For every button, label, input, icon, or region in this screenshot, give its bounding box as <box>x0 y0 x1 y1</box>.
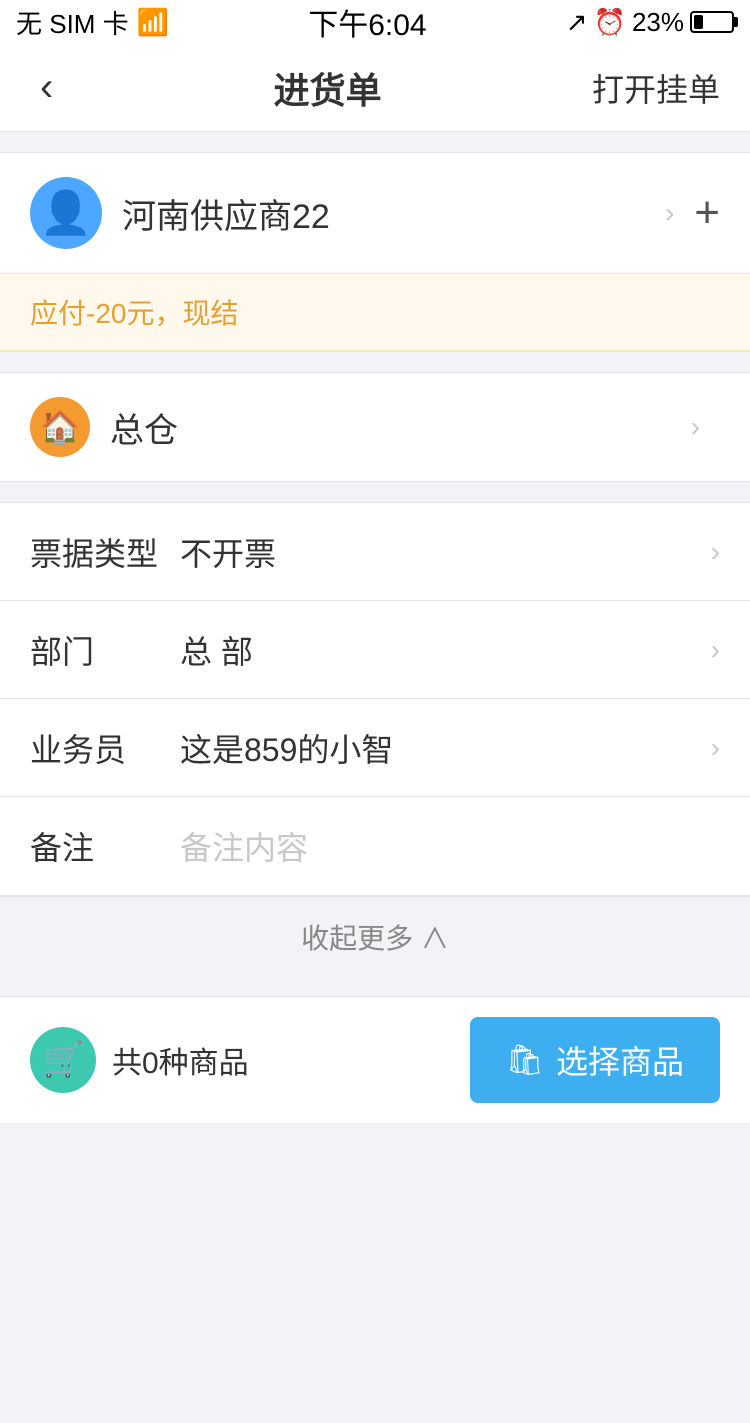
bottom-bar: 🛒 共0种商品 🛍 选择商品 <box>0 996 750 1123</box>
alarm-icon: ⏰ <box>594 7 626 38</box>
battery-icon <box>690 11 734 33</box>
warehouse-name: 总仓 <box>110 403 671 452</box>
remark-placeholder: 备注内容 <box>180 823 720 869</box>
salesperson-label: 业务员 <box>30 725 160 771</box>
avatar: 👤 <box>30 177 102 249</box>
form-card: 票据类型 不开票 › 部门 总 部 › 业务员 这是859的小智 › 备注 备注… <box>0 502 750 896</box>
wifi-icon: 📶 <box>137 7 169 38</box>
location-icon: ↗ <box>566 7 588 38</box>
select-cart-icon: 🛍 <box>506 1043 544 1078</box>
cart-bag-icon: 🛒 <box>42 1040 84 1080</box>
remark-row[interactable]: 备注 备注内容 <box>0 797 750 895</box>
house-icon: 🏠 <box>40 408 80 446</box>
gap-3 <box>0 482 750 502</box>
battery-fill <box>694 15 703 29</box>
warehouse-icon: 🏠 <box>30 397 90 457</box>
status-bar: 无 SIM 卡 📶 下午6:04 ↗ ⏰ 23% <box>0 0 750 44</box>
background-fill <box>0 1123 750 1423</box>
status-time: 下午6:04 <box>308 0 426 44</box>
notice-banner: 应付-20元，现结 <box>0 273 750 351</box>
collapse-button[interactable]: 收起更多 ∧ <box>0 896 750 976</box>
warehouse-card[interactable]: 🏠 总仓 › <box>0 372 750 482</box>
back-button[interactable]: ‹ <box>30 55 63 120</box>
status-right: ↗ ⏰ 23% <box>566 7 734 38</box>
invoice-type-row[interactable]: 票据类型 不开票 › <box>0 503 750 601</box>
warehouse-row[interactable]: 🏠 总仓 › <box>0 373 750 481</box>
status-left: 无 SIM 卡 📶 <box>16 4 169 41</box>
salesperson-chevron-icon: › <box>711 732 720 764</box>
invoice-type-label: 票据类型 <box>30 529 160 575</box>
department-label: 部门 <box>30 627 160 673</box>
product-count-text: 共0种商品 <box>112 1038 249 1082</box>
supplier-row[interactable]: 👤 河南供应商22 › + <box>0 153 750 273</box>
open-pending-button[interactable]: 打开挂单 <box>592 65 720 111</box>
battery-percent: 23% <box>632 7 684 38</box>
gap-4 <box>0 976 750 996</box>
nav-bar: ‹ 进货单 打开挂单 <box>0 44 750 132</box>
product-icon: 🛒 <box>30 1027 96 1093</box>
remark-label: 备注 <box>30 823 160 869</box>
invoice-type-chevron-icon: › <box>711 536 720 568</box>
salesperson-row[interactable]: 业务员 这是859的小智 › <box>0 699 750 797</box>
supplier-card: 👤 河南供应商22 › + 应付-20元，现结 <box>0 152 750 352</box>
collapse-label: 收起更多 ∧ <box>301 917 449 957</box>
notice-text: 应付-20元，现结 <box>30 298 238 329</box>
department-chevron-icon: › <box>711 634 720 666</box>
person-icon: 👤 <box>40 189 92 238</box>
invoice-type-value: 不开票 <box>180 529 711 575</box>
supplier-name: 河南供应商22 <box>122 189 645 238</box>
no-sim-text: 无 SIM 卡 <box>16 4 129 41</box>
select-product-button[interactable]: 🛍 选择商品 <box>470 1017 720 1103</box>
supplier-chevron-icon: › <box>665 197 674 229</box>
add-button[interactable]: + <box>694 188 720 238</box>
select-product-label: 选择商品 <box>556 1037 684 1083</box>
warehouse-chevron-icon: › <box>691 411 700 443</box>
department-value: 总 部 <box>180 627 711 673</box>
nav-title: 进货单 <box>274 62 382 114</box>
gap-2 <box>0 352 750 372</box>
gap-1 <box>0 132 750 152</box>
product-count-area: 🛒 共0种商品 <box>30 1027 249 1093</box>
department-row[interactable]: 部门 总 部 › <box>0 601 750 699</box>
salesperson-value: 这是859的小智 <box>180 725 711 771</box>
